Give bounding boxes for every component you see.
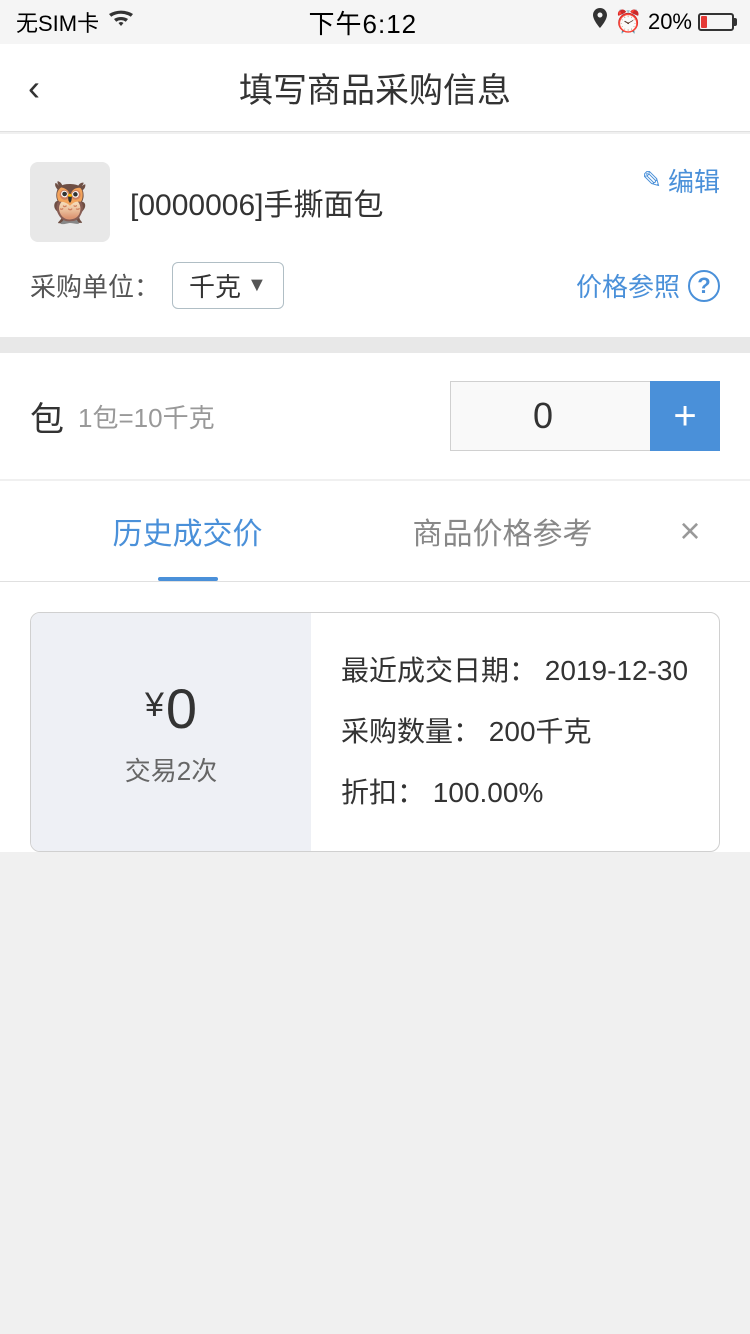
- tab-history-price[interactable]: 历史成交价: [30, 481, 345, 581]
- price-value: 0: [166, 676, 197, 741]
- transaction-card: ¥ 0 交易2次 最近成交日期： 2019-12-30 采购数量： 200千克 …: [30, 612, 720, 852]
- quantity-input-group: +: [450, 381, 720, 451]
- unit-label: 采购单位：: [30, 267, 160, 304]
- page-title: 填写商品采购信息: [239, 63, 511, 112]
- alarm-icon: ⏰: [615, 9, 642, 35]
- section-divider: [0, 337, 750, 353]
- help-icon: ?: [688, 270, 720, 302]
- recent-date-value: 2019-12-30: [545, 655, 688, 686]
- transaction-price: ¥ 0: [145, 676, 197, 741]
- battery-percent: 20%: [648, 9, 692, 35]
- transaction-discount-row: 折扣： 100.00%: [341, 771, 689, 816]
- status-time: 下午6:12: [309, 4, 418, 41]
- tabs-header: 历史成交价 商品价格参考 ×: [0, 481, 750, 582]
- unit-left: 采购单位： 千克 ▼: [30, 262, 284, 309]
- status-right: ⏰ 20%: [591, 8, 734, 36]
- tab-close-button[interactable]: ×: [660, 501, 720, 561]
- back-button[interactable]: ‹: [28, 67, 40, 109]
- unit-dropdown-icon: ▼: [247, 274, 267, 297]
- nav-bar: ‹ 填写商品采购信息: [0, 44, 750, 132]
- discount-label: 折扣：: [341, 777, 425, 808]
- wifi-icon: [107, 8, 135, 36]
- product-header: 🦉 [0000006]手撕面包 ✎ 编辑: [30, 162, 720, 242]
- product-left: 🦉 [0000006]手撕面包: [30, 162, 383, 242]
- transaction-right: 最近成交日期： 2019-12-30 采购数量： 200千克 折扣： 100.0…: [311, 613, 719, 851]
- product-image: 🦉: [45, 179, 95, 226]
- unit-value: 千克: [189, 267, 241, 304]
- status-left: 无SIM卡: [16, 6, 135, 38]
- transaction-count: 交易2次: [125, 751, 217, 788]
- product-name: [0000006]手撕面包: [130, 180, 383, 224]
- purchase-qty-label: 采购数量：: [341, 716, 481, 747]
- unit-select[interactable]: 千克 ▼: [172, 262, 284, 309]
- price-currency: ¥: [145, 686, 164, 725]
- purchase-qty-value: 200千克: [489, 716, 592, 747]
- quantity-plus-button[interactable]: +: [650, 381, 720, 451]
- pkg-desc: 1包=10千克: [78, 398, 215, 435]
- quantity-row: 包 1包=10千克 +: [0, 353, 750, 479]
- status-bar: 无SIM卡 下午6:12 ⏰ 20%: [0, 0, 750, 44]
- transaction-date-row: 最近成交日期： 2019-12-30: [341, 649, 689, 694]
- edit-button[interactable]: ✎ 编辑: [642, 162, 720, 199]
- tabs-container: 历史成交价 商品价格参考 × ¥ 0 交易2次 最近成交日期： 2019-12-…: [0, 481, 750, 852]
- tab-price-reference[interactable]: 商品价格参考: [345, 481, 660, 581]
- pkg-label: 包: [30, 392, 64, 441]
- product-thumbnail: 🦉: [30, 162, 110, 242]
- transaction-qty-row: 采购数量： 200千克: [341, 710, 689, 755]
- product-unit-row: 采购单位： 千克 ▼ 价格参照 ?: [30, 262, 720, 309]
- discount-value: 100.00%: [433, 777, 544, 808]
- battery-icon: [698, 13, 734, 31]
- carrier-text: 无SIM卡: [16, 6, 99, 38]
- quantity-input[interactable]: [450, 381, 650, 451]
- price-ref-label: 价格参照: [576, 267, 680, 304]
- price-ref-button[interactable]: 价格参照 ?: [576, 267, 720, 304]
- main-content: 历史成交价 商品价格参考 × ¥ 0 交易2次 最近成交日期： 2019-12-…: [0, 481, 750, 1081]
- product-card: 🦉 [0000006]手撕面包 ✎ 编辑 采购单位： 千克 ▼ 价格参照 ?: [0, 134, 750, 337]
- location-icon: [591, 8, 609, 36]
- quantity-label: 包 1包=10千克: [30, 392, 215, 441]
- edit-icon: ✎: [642, 166, 662, 195]
- transaction-left: ¥ 0 交易2次: [31, 613, 311, 851]
- edit-label: 编辑: [668, 162, 720, 199]
- recent-date-label: 最近成交日期：: [341, 655, 537, 686]
